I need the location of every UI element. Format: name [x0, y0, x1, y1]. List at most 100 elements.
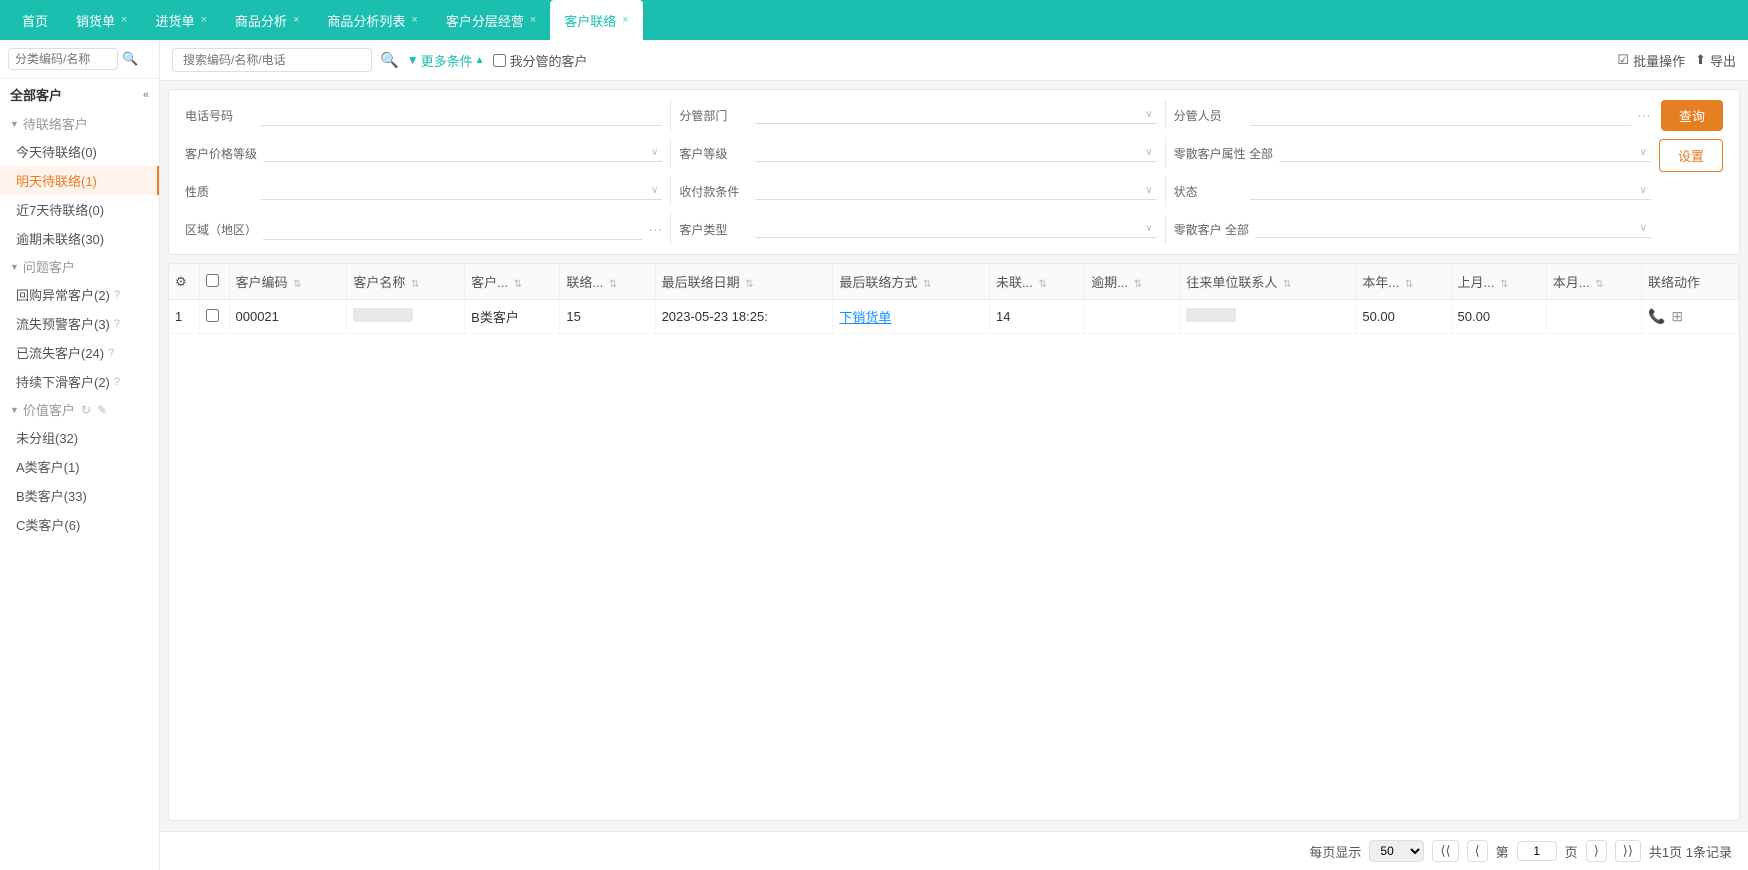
nav-customer-segment[interactable]: 客户分层经营 × [432, 0, 550, 40]
next-page-button[interactable]: ⟩ [1586, 840, 1607, 862]
filter-select-retail-attr[interactable]: ∨ [1279, 144, 1651, 162]
sort-nocontact-icon[interactable]: ⇅ [1038, 279, 1046, 290]
row-checkbox-cell[interactable] [199, 300, 229, 334]
filter-select-nature[interactable]: ∨ [261, 182, 662, 200]
col-contacts[interactable]: 联络... ⇅ [560, 264, 655, 300]
nav-analysis[interactable]: 商品分析 × [221, 0, 313, 40]
horizontal-scrollbar[interactable] [168, 821, 1740, 831]
sidebar-item-losing[interactable]: 流失预警客户(3) ? [0, 309, 159, 338]
sort-year-icon[interactable]: ⇅ [1405, 279, 1413, 290]
sidebar-item-b-class[interactable]: B类客户(33) [0, 481, 159, 510]
page-number-input[interactable] [1517, 841, 1557, 861]
filter-select-retail[interactable]: ∨ [1255, 220, 1651, 238]
refresh-icon[interactable]: ↻ [81, 403, 91, 417]
nav-sales[interactable]: 销货单 × [62, 0, 141, 40]
toolbar-search-button[interactable]: 🔍 [380, 51, 399, 69]
filter-select-status[interactable]: ∨ [1250, 182, 1651, 200]
sort-overdue-icon[interactable]: ⇅ [1134, 279, 1142, 290]
more-conditions-button[interactable]: ▼ 更多条件 ▲ [407, 51, 485, 70]
col-name[interactable]: 客户名称 ⇅ [347, 264, 465, 300]
edit-icon[interactable]: ✎ [97, 403, 107, 417]
sidebar-group-pending[interactable]: ▼ 待联络客户 [0, 110, 159, 137]
col-type[interactable]: 客户... ⇅ [465, 264, 560, 300]
sort-date-icon[interactable]: ⇅ [745, 279, 753, 290]
col-no-contact[interactable]: 未联... ⇅ [989, 264, 1084, 300]
sidebar-item-ungrouped[interactable]: 未分组(32) [0, 423, 159, 452]
sort-type-icon[interactable]: ⇅ [514, 279, 522, 290]
nav-purchase[interactable]: 进货单 × [141, 0, 220, 40]
region-dots-button[interactable]: ··· [648, 221, 662, 237]
filter-cell-payment: 收付款条件 ∨ [679, 182, 1156, 200]
sidebar-group-value[interactable]: ▼ 价值客户 ↻ ✎ [0, 396, 159, 423]
sort-lastmonth-icon[interactable]: ⇅ [1500, 279, 1508, 290]
sidebar-item-today[interactable]: 今天待联络(0) [0, 137, 159, 166]
nav-customer-contact-close[interactable]: × [622, 14, 628, 26]
sidebar-search-icon[interactable]: 🔍 [122, 51, 138, 67]
nav-purchase-close[interactable]: × [200, 14, 206, 26]
nav-analysis-list[interactable]: 商品分析列表 × [313, 0, 431, 40]
filter-input-phone[interactable] [261, 105, 662, 126]
col-check[interactable] [199, 264, 229, 300]
nav-customer-contact[interactable]: 客户联络 × [550, 0, 642, 40]
col-unit-contact[interactable]: 往来单位联系人 ⇅ [1180, 264, 1356, 300]
filter-label-region: 区域（地区） [185, 221, 257, 238]
filter-select-dept[interactable]: ∨ [755, 106, 1156, 124]
row-checkbox[interactable] [206, 309, 219, 322]
sidebar-item-overdue[interactable]: 逾期未联络(30) [0, 224, 159, 253]
per-page-select[interactable]: 50 20 100 [1369, 840, 1424, 862]
col-this-year[interactable]: 本年... ⇅ [1356, 264, 1451, 300]
filter-select-level[interactable]: ∨ [755, 144, 1156, 162]
col-last-month[interactable]: 上月... ⇅ [1451, 264, 1546, 300]
col-last-contact-method[interactable]: 最后联络方式 ⇅ [833, 264, 990, 300]
last-page-button[interactable]: ⟩⟩ [1615, 840, 1641, 862]
nav-analysis-close[interactable]: × [293, 14, 299, 26]
nav-home[interactable]: 首页 [8, 0, 62, 40]
col-this-month[interactable]: 本月... ⇅ [1546, 264, 1641, 300]
prev-page-button[interactable]: ⟨ [1467, 840, 1488, 862]
filter-select-price-level[interactable]: ∨ [263, 144, 662, 162]
sidebar-search-input[interactable] [8, 48, 118, 70]
sidebar-item-repurchase[interactable]: 回购异常客户(2) ? [0, 280, 159, 309]
export-button[interactable]: ⬆ 导出 [1695, 51, 1736, 70]
first-page-button[interactable]: ⟨⟨ [1432, 840, 1458, 862]
set-button[interactable]: 设置 [1659, 139, 1723, 172]
filter-select-payment[interactable]: ∨ [755, 182, 1156, 200]
select-all-checkbox[interactable] [206, 274, 219, 287]
sort-name-icon[interactable]: ⇅ [411, 279, 419, 290]
sidebar-item-c-class[interactable]: C类客户(6) [0, 510, 159, 539]
filter-input-region[interactable] [263, 219, 642, 240]
sidebar-item-declining[interactable]: 持续下滑客户(2) ? [0, 367, 159, 396]
batch-operation-button[interactable]: ☑ 批量操作 [1617, 51, 1685, 70]
my-customers-checkbox-label[interactable]: 我分管的客户 [493, 51, 588, 70]
filter-select-customer-type[interactable]: ∨ [755, 220, 1156, 238]
col-last-contact-date[interactable]: 最后联络日期 ⇅ [655, 264, 833, 300]
grid-action-icon[interactable]: ⊞ [1671, 308, 1683, 325]
col-code[interactable]: 客户编码 ⇅ [229, 264, 347, 300]
nav-sales-close[interactable]: × [121, 14, 127, 26]
nav-customer-segment-close[interactable]: × [530, 14, 536, 26]
col-settings[interactable]: ⚙ [169, 264, 199, 300]
sidebar-item-a-class[interactable]: A类客户(1) [0, 452, 159, 481]
filter-input-person[interactable] [1250, 105, 1631, 126]
all-customers-header[interactable]: 全部客户 « [0, 79, 159, 110]
content-area: 🔍 ▼ 更多条件 ▲ 我分管的客户 ☑ 批量操作 ⬆ 导出 [160, 40, 1748, 870]
contact-method-link[interactable]: 下销货单 [839, 310, 891, 325]
phone-action-icon[interactable]: 📞 [1648, 308, 1665, 325]
col-overdue[interactable]: 逾期... ⇅ [1085, 264, 1180, 300]
person-dots-button[interactable]: ··· [1637, 107, 1651, 123]
settings-icon[interactable]: ⚙ [175, 274, 187, 289]
sort-contacts-icon[interactable]: ⇅ [609, 279, 617, 290]
query-button[interactable]: 查询 [1661, 100, 1723, 131]
sidebar-item-tomorrow[interactable]: 明天待联络(1) [0, 166, 159, 195]
toolbar-search-input[interactable] [172, 48, 372, 72]
sort-code-icon[interactable]: ⇅ [293, 279, 301, 290]
sort-method-icon[interactable]: ⇅ [923, 279, 931, 290]
sidebar-group-problem[interactable]: ▼ 问题客户 [0, 253, 159, 280]
sort-thismonth-icon[interactable]: ⇅ [1595, 279, 1603, 290]
sidebar-item-week[interactable]: 近7天待联络(0) [0, 195, 159, 224]
nav-analysis-list-close[interactable]: × [411, 14, 417, 26]
sidebar-item-lost[interactable]: 已流失客户(24) ? [0, 338, 159, 367]
row-last-contact-method[interactable]: 下销货单 [833, 300, 990, 334]
my-customers-checkbox[interactable] [493, 54, 506, 67]
sort-unit-icon[interactable]: ⇅ [1283, 279, 1291, 290]
